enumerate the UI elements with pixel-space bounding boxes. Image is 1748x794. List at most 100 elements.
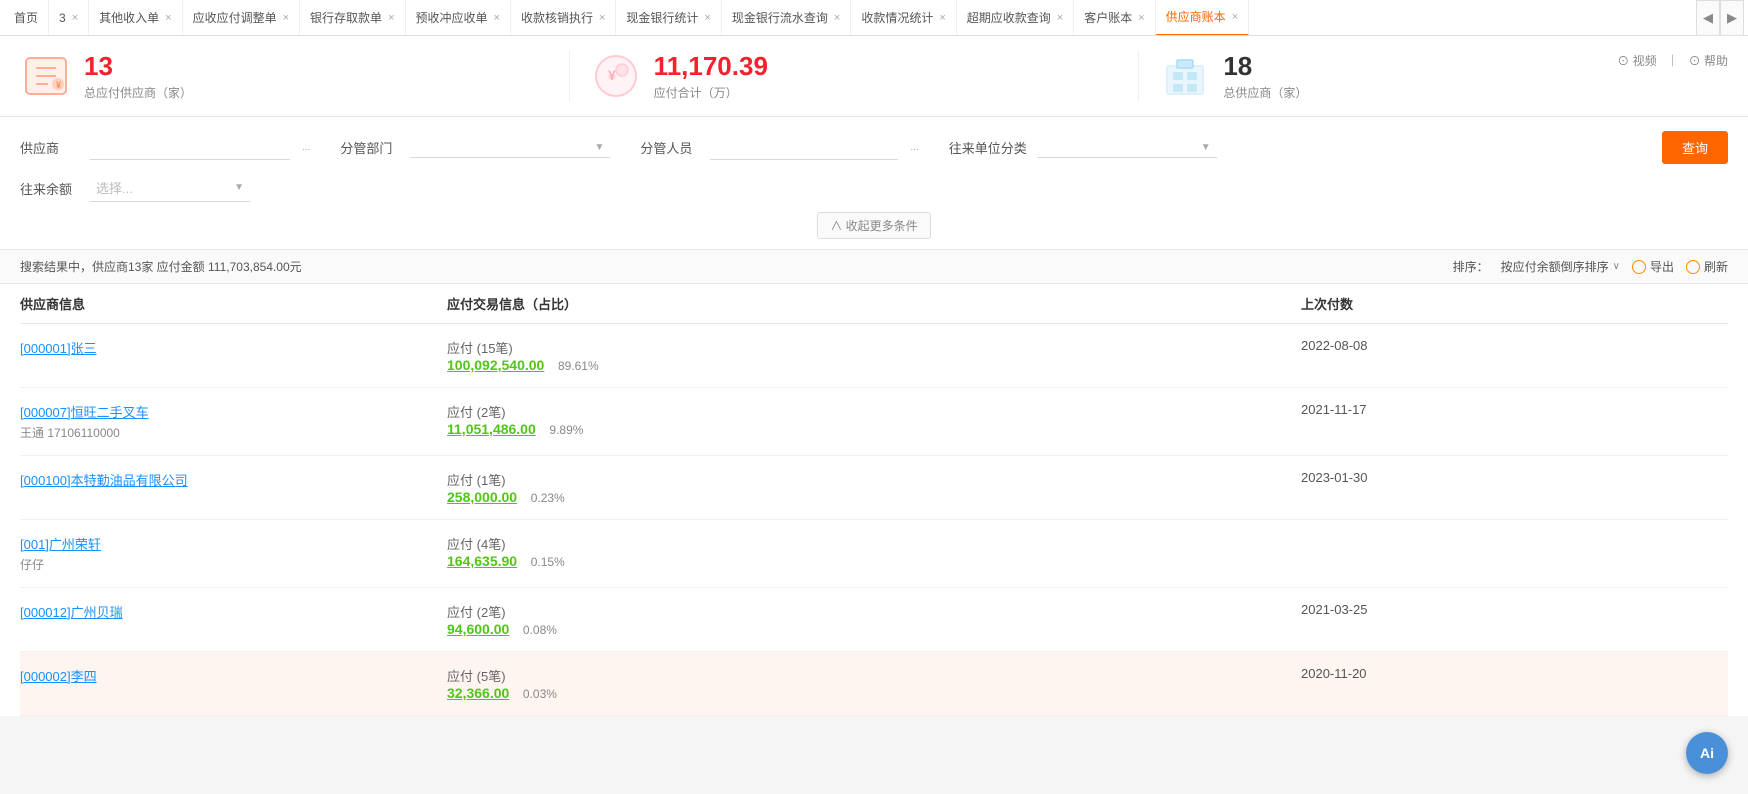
tx-amount-2[interactable]: 11,051,486.00 bbox=[447, 421, 536, 437]
nav-tab-collection[interactable]: 收款核销执行 × bbox=[511, 0, 616, 36]
tx-count-2: (2笔) bbox=[477, 405, 506, 420]
nav-tab-other-income[interactable]: 其他收入单 × bbox=[89, 0, 182, 36]
supplier-info-4: [001]广州荣轩 仔仔 bbox=[20, 534, 447, 573]
nav-tab-adjustment-label: 应收应付调整单 bbox=[193, 9, 277, 26]
tx-amount-1[interactable]: 100,092,540.00 bbox=[447, 357, 544, 373]
nav-tab-customer-ledger[interactable]: 客户账本 × bbox=[1074, 0, 1155, 36]
sort-area: 排序： 按应付余额倒序排序 ∨ 导出 刷新 bbox=[1453, 258, 1728, 275]
svg-text:¥: ¥ bbox=[608, 67, 616, 83]
nav-tab-overdue-close[interactable]: × bbox=[1057, 12, 1063, 24]
tx-pct-3: 0.23% bbox=[531, 491, 565, 505]
tx-label-6: 应付 bbox=[447, 669, 473, 684]
supplier-info-2: [000007]恒旺二手叉车 王通 17106110000 bbox=[20, 402, 447, 441]
dept-filter-select[interactable]: ▼ bbox=[410, 138, 610, 158]
help-separator: ｜ bbox=[1667, 52, 1679, 69]
balance-dropdown-icon: ▼ bbox=[234, 182, 244, 193]
supplier-filter-input[interactable] bbox=[90, 136, 290, 160]
nav-tab-collection-stats[interactable]: 收款情况统计 × bbox=[851, 0, 956, 36]
export-button[interactable]: 导出 bbox=[1632, 258, 1674, 275]
total-suppliers-label: 总供应商（家） bbox=[1223, 84, 1307, 101]
balance-filter-select[interactable]: 选择... ▼ bbox=[90, 174, 250, 202]
nav-prev-arrow[interactable]: ◀ bbox=[1696, 0, 1720, 36]
nav-tab-overdue-label: 超期应收款查询 bbox=[967, 9, 1051, 26]
last-pay-5: 2021-03-25 bbox=[1301, 602, 1728, 617]
supplier-link-6[interactable]: [000002]李四 bbox=[20, 666, 447, 685]
nav-tab-supplier-ledger[interactable]: 供应商账本 × bbox=[1156, 0, 1249, 36]
nav-tab-home-label: 首页 bbox=[14, 9, 38, 26]
table-row: [000001]张三 应付 (15笔) 100,092,540.00 89.61… bbox=[20, 324, 1728, 388]
sort-select[interactable]: 按应付余额倒序排序 ∨ bbox=[1501, 258, 1620, 275]
category-filter-select[interactable]: ▼ bbox=[1037, 138, 1217, 158]
nav-tab-bank-deposit-label: 银行存取款单 bbox=[310, 9, 382, 26]
category-dropdown-icon: ▼ bbox=[1201, 142, 1211, 153]
nav-tab-supplier-ledger-label: 供应商账本 bbox=[1166, 8, 1226, 25]
supplier-sub-4: 仔仔 bbox=[20, 556, 447, 573]
nav-tab-collection-label: 收款核销执行 bbox=[521, 9, 593, 26]
transaction-info-2: 应付 (2笔) 11,051,486.00 9.89% bbox=[447, 402, 1301, 437]
supplier-link-3[interactable]: [000100]本特勤油品有限公司 bbox=[20, 470, 447, 489]
tx-amount-5[interactable]: 94,600.00 bbox=[447, 621, 509, 637]
tx-count-4: (4笔) bbox=[477, 537, 506, 552]
payable-total-text: 11,170.39 应付合计（万） bbox=[654, 51, 768, 101]
collapse-filters-button[interactable]: ∧ 收起更多条件 bbox=[817, 212, 930, 239]
supplier-link-2[interactable]: [000007]恒旺二手叉车 bbox=[20, 402, 447, 421]
tx-amount-3[interactable]: 258,000.00 bbox=[447, 489, 517, 505]
balance-filter-placeholder: 选择... bbox=[96, 178, 234, 197]
payable-total-icon: ¥ bbox=[590, 50, 642, 102]
last-pay-6: 2020-11-20 bbox=[1301, 666, 1728, 681]
nav-tab-cash-flow[interactable]: 现金银行流水查询 × bbox=[722, 0, 851, 36]
help-video-link[interactable]: ⊙ 视频 bbox=[1617, 52, 1656, 69]
category-filter-label: 往来单位分类 bbox=[949, 138, 1027, 157]
export-label: 导出 bbox=[1650, 258, 1674, 275]
sort-dropdown-icon: ∨ bbox=[1613, 261, 1620, 272]
refresh-button[interactable]: 刷新 bbox=[1686, 258, 1728, 275]
nav-tab-advance-close[interactable]: × bbox=[494, 12, 500, 24]
nav-tab-cash-bank-close[interactable]: × bbox=[704, 12, 710, 24]
person-filter-input[interactable] bbox=[710, 136, 898, 160]
ai-badge[interactable]: Ai bbox=[1686, 732, 1728, 774]
query-button[interactable]: 查询 bbox=[1662, 131, 1728, 164]
nav-tab-cash-bank[interactable]: 现金银行统计 × bbox=[616, 0, 721, 36]
last-pay-2: 2021-11-17 bbox=[1301, 402, 1728, 417]
nav-tab-collection-close[interactable]: × bbox=[599, 12, 605, 24]
nav-tab-supplier-ledger-close[interactable]: × bbox=[1232, 11, 1238, 23]
payable-suppliers-text: 13 总应付供应商（家） bbox=[84, 51, 192, 101]
nav-tabs-container: 首页 3 × 其他收入单 × 应收应付调整单 × 银行存取款单 × 预收冲应收单… bbox=[4, 0, 1696, 36]
table-row: [001]广州荣轩 仔仔 应付 (4笔) 164,635.90 0.15% bbox=[20, 520, 1728, 588]
nav-next-arrow[interactable]: ▶ bbox=[1720, 0, 1744, 36]
supplier-info-1: [000001]张三 bbox=[20, 338, 447, 357]
supplier-link-4[interactable]: [001]广州荣轩 bbox=[20, 534, 447, 553]
nav-tab-home[interactable]: 首页 bbox=[4, 0, 49, 36]
transaction-info-6: 应付 (5笔) 32,366.00 0.03% bbox=[447, 666, 1301, 701]
tx-pct-1: 89.61% bbox=[558, 359, 599, 373]
nav-tab-3[interactable]: 3 × bbox=[49, 0, 89, 36]
tx-pct-5: 0.08% bbox=[523, 623, 557, 637]
filter-row-1: 供应商 ... 分管部门 ▼ 分管人员 ... 往来单位分类 ▼ 查询 bbox=[20, 131, 1728, 164]
nav-tab-collection-stats-close[interactable]: × bbox=[939, 12, 945, 24]
total-suppliers-icon bbox=[1159, 50, 1211, 102]
supplier-link-5[interactable]: [000012]广州贝瑞 bbox=[20, 602, 447, 621]
supplier-link-1[interactable]: [000001]张三 bbox=[20, 338, 447, 357]
nav-tab-other-income-close[interactable]: × bbox=[165, 12, 171, 24]
refresh-label: 刷新 bbox=[1704, 258, 1728, 275]
nav-tab-adjustment-close[interactable]: × bbox=[283, 12, 289, 24]
tx-amount-6[interactable]: 32,366.00 bbox=[447, 685, 509, 701]
nav-tab-bank-deposit[interactable]: 银行存取款单 × bbox=[300, 0, 405, 36]
nav-tab-3-close[interactable]: × bbox=[72, 12, 78, 24]
nav-tab-cash-flow-close[interactable]: × bbox=[834, 12, 840, 24]
top-navigation: 首页 3 × 其他收入单 × 应收应付调整单 × 银行存取款单 × 预收冲应收单… bbox=[0, 0, 1748, 36]
filter-section: 供应商 ... 分管部门 ▼ 分管人员 ... 往来单位分类 ▼ 查询 往来余额… bbox=[0, 117, 1748, 250]
nav-tab-overdue[interactable]: 超期应收款查询 × bbox=[957, 0, 1074, 36]
supplier-filter-dots[interactable]: ... bbox=[302, 142, 310, 153]
person-filter-dots[interactable]: ... bbox=[910, 142, 918, 153]
tx-amount-4[interactable]: 164,635.90 bbox=[447, 553, 517, 569]
help-doc-link[interactable]: ⊙ 帮助 bbox=[1689, 52, 1728, 69]
tx-label-4: 应付 bbox=[447, 537, 473, 552]
nav-tab-customer-ledger-close[interactable]: × bbox=[1138, 12, 1144, 24]
nav-tab-adjustment[interactable]: 应收应付调整单 × bbox=[183, 0, 300, 36]
transaction-info-1: 应付 (15笔) 100,092,540.00 89.61% bbox=[447, 338, 1301, 373]
nav-tab-bank-deposit-close[interactable]: × bbox=[388, 12, 394, 24]
nav-tab-advance[interactable]: 预收冲应收单 × bbox=[406, 0, 511, 36]
transaction-info-4: 应付 (4笔) 164,635.90 0.15% bbox=[447, 534, 1301, 569]
dept-filter-label: 分管部门 bbox=[340, 138, 400, 157]
